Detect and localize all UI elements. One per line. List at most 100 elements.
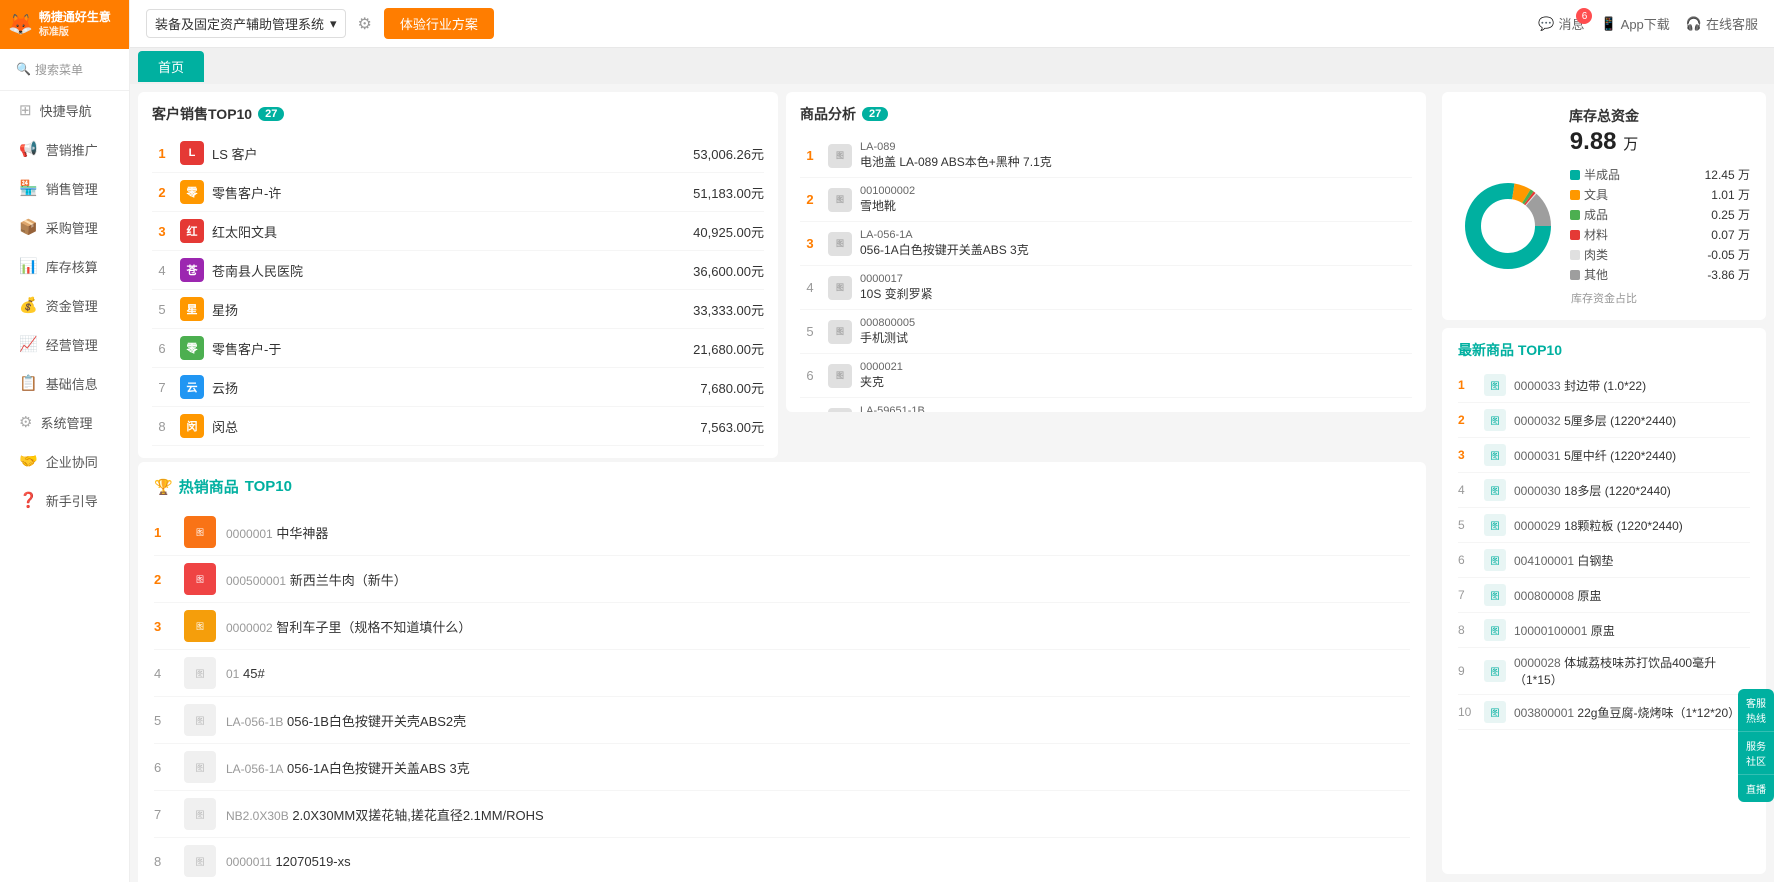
hot-info: 0000011 12070519-xs: [226, 854, 1410, 869]
online-service-btn[interactable]: 🎧 在线客服: [1686, 14, 1758, 33]
sidebar-item-quick-nav[interactable]: ⊞ 快捷导航: [0, 91, 129, 130]
rank-num: 4: [152, 263, 172, 278]
trial-btn[interactable]: 体验行业方案: [384, 8, 494, 39]
newest-product-item: 3 图 0000031 5厘中纤 (1220*2440): [1458, 438, 1750, 473]
legend-name: 成品: [1584, 206, 1707, 223]
newest-name: 原盅: [1591, 624, 1615, 638]
product-info: LA-056-1A 056-1A白色按键开关盖ABS 3克: [860, 229, 1029, 258]
customer-rank-item: 6 零 零售客户-于 21,680.00元: [152, 329, 764, 368]
nav-label-sales: 销售管理: [46, 179, 98, 198]
sidebar-item-finance[interactable]: 💰 资金管理: [0, 286, 129, 325]
legend-name: 文具: [1584, 186, 1707, 203]
rank-amount: 7,563.00元: [700, 417, 764, 436]
product-thumb: 图: [828, 364, 852, 388]
product-sales-item: 2 图 001000002 雪地靴: [800, 178, 1412, 222]
product-sales-item: 7 图 LA-59651-1B 59651-1B旋转投影灯电池盒 ABS黑色+5…: [800, 398, 1412, 412]
system-selector[interactable]: 装备及固定资产辅助管理系统 ▾: [146, 9, 346, 38]
float-btn-live[interactable]: 直播: [1738, 775, 1774, 802]
hot-products-section: 🏆 热销商品 TOP10 1 图 0000001 中华神器 2 图 000500…: [138, 462, 1426, 882]
product-code: 000800005: [860, 317, 915, 329]
newest-rank: 9: [1458, 664, 1476, 678]
newest-products-list: 1 图 0000033 封边带 (1.0*22) 2 图 0000032 5厘多…: [1458, 368, 1750, 730]
sidebar-item-purchase[interactable]: 📦 采购管理: [0, 208, 129, 247]
legend-value: -0.05 万: [1707, 246, 1750, 263]
float-btn-community[interactable]: 服务 社区: [1738, 732, 1774, 775]
hot-code: 01: [226, 667, 239, 681]
newest-name: 封边带 (1.0*22): [1564, 379, 1646, 393]
topbar: 装备及固定资产辅助管理系统 ▾ ⚙ 体验行业方案 💬 消息 6 📱 App下载 …: [130, 0, 1774, 48]
product-sales-title-text: 商品分析: [800, 104, 856, 124]
customer-rank-title: 客户销售TOP10 27: [152, 104, 764, 124]
product-rank-num: 1: [800, 148, 820, 163]
product-info: 0000017 10S 变刹罗紧: [860, 273, 933, 302]
sidebar-item-basic-info[interactable]: 📋 基础信息: [0, 364, 129, 403]
product-sales-item: 4 图 0000017 10S 变刹罗紧: [800, 266, 1412, 310]
newest-title: 最新商品 TOP10: [1458, 340, 1750, 360]
product-sales-title: 商品分析 27: [800, 104, 1412, 124]
right-panel: 库存总资金 9.88 万: [1434, 84, 1774, 882]
hot-name: 2.0X30MM双搓花轴,搓花直径2.1MM/ROHS: [292, 808, 543, 823]
product-rank-num: 5: [800, 324, 820, 339]
product-thumb: 图: [828, 320, 852, 344]
rank-avatar: L: [180, 141, 204, 165]
newest-avatar: 图: [1484, 514, 1506, 536]
nav-label-guide: 新手引导: [46, 491, 98, 510]
sidebar-item-cooperation[interactable]: 🤝 企业协同: [0, 442, 129, 481]
product-name: 056-1A白色按键开关盖ABS 3克: [860, 241, 1029, 258]
app-download-btn[interactable]: 📱 App下载: [1600, 14, 1669, 33]
hot-name: 12070519-xs: [275, 854, 350, 869]
sidebar-search-area[interactable]: 🔍 搜索菜单: [0, 49, 129, 91]
settings-icon[interactable]: ⚙: [358, 14, 372, 34]
product-rank-num: 6: [800, 368, 820, 383]
sidebar-item-inventory[interactable]: 📊 库存核算: [0, 247, 129, 286]
rank-amount: 36,600.00元: [693, 261, 764, 280]
inventory-value: 9.88: [1570, 128, 1617, 155]
rank-name: 红太阳文具: [212, 222, 685, 241]
hot-info: 01 45#: [226, 666, 1410, 681]
product-code: LA-089: [860, 141, 1052, 153]
rank-avatar: 零: [180, 336, 204, 360]
legend-dot: [1570, 210, 1580, 220]
newest-product-item: 2 图 0000032 5厘多层 (1220*2440): [1458, 403, 1750, 438]
search-menu-button[interactable]: 🔍 搜索菜单: [8, 57, 121, 82]
rank-name: 零售客户-于: [212, 339, 685, 358]
sidebar-item-operation[interactable]: 📈 经营管理: [0, 325, 129, 364]
product-name: 手机测试: [860, 329, 915, 346]
product-code: 0000017: [860, 273, 933, 285]
product-rank-num: 4: [800, 280, 820, 295]
hot-code: 0000002: [226, 621, 273, 635]
hot-product-item: 6 图 LA-056-1A 056-1A白色按键开关盖ABS 3克: [154, 744, 1410, 791]
newest-avatar: 图: [1484, 584, 1506, 606]
newest-code: 0000029: [1514, 519, 1561, 533]
inventory-title: 库存总资金: [1458, 106, 1750, 126]
sidebar-item-marketing[interactable]: 📢 营销推广: [0, 130, 129, 169]
product-sales-item: 6 图 0000021 夹克: [800, 354, 1412, 398]
newest-product-item: 5 图 0000029 18颗粒板 (1220*2440): [1458, 508, 1750, 543]
rank-amount: 33,333.00元: [693, 300, 764, 319]
hot-name: 智利车子里（规格不知道填什么）: [276, 620, 471, 635]
newest-info: 000800008 原盅: [1514, 587, 1750, 604]
hot-rank: 4: [154, 666, 174, 681]
hot-product-item: 3 图 0000002 智利车子里（规格不知道填什么）: [154, 603, 1410, 650]
product-info: LA-59651-1B 59651-1B旋转投影灯电池盒 ABS黑色+58克: [860, 405, 1092, 412]
rank-avatar: 红: [180, 219, 204, 243]
sidebar-item-guide[interactable]: ❓ 新手引导: [0, 481, 129, 520]
legend-value: 1.01 万: [1711, 186, 1750, 203]
hot-product-item: 8 图 0000011 12070519-xs: [154, 838, 1410, 882]
product-rank-num: 2: [800, 192, 820, 207]
tab-home[interactable]: 首页: [138, 51, 204, 82]
product-sales-badge: 27: [862, 107, 888, 121]
newest-rank: 3: [1458, 448, 1476, 462]
customer-rank-item: 5 星 星扬 33,333.00元: [152, 290, 764, 329]
product-code: 001000002: [860, 185, 915, 197]
rank-name: 零售客户-许: [212, 183, 685, 202]
legend-name: 肉类: [1584, 246, 1703, 263]
float-btn-service[interactable]: 客服 热线: [1738, 689, 1774, 732]
product-sales-list: 1 图 LA-089 电池盖 LA-089 ABS本色+黑种 7.1克 2 图 …: [800, 134, 1412, 412]
sidebar-item-system[interactable]: ⚙ 系统管理: [0, 403, 129, 442]
sidebar-item-sales[interactable]: 🏪 销售管理: [0, 169, 129, 208]
message-btn[interactable]: 💬 消息 6: [1538, 14, 1584, 33]
newest-name: 5厘中纤 (1220*2440): [1564, 449, 1676, 463]
hot-code: 0000001: [226, 527, 273, 541]
newest-code: 004100001: [1514, 554, 1574, 568]
